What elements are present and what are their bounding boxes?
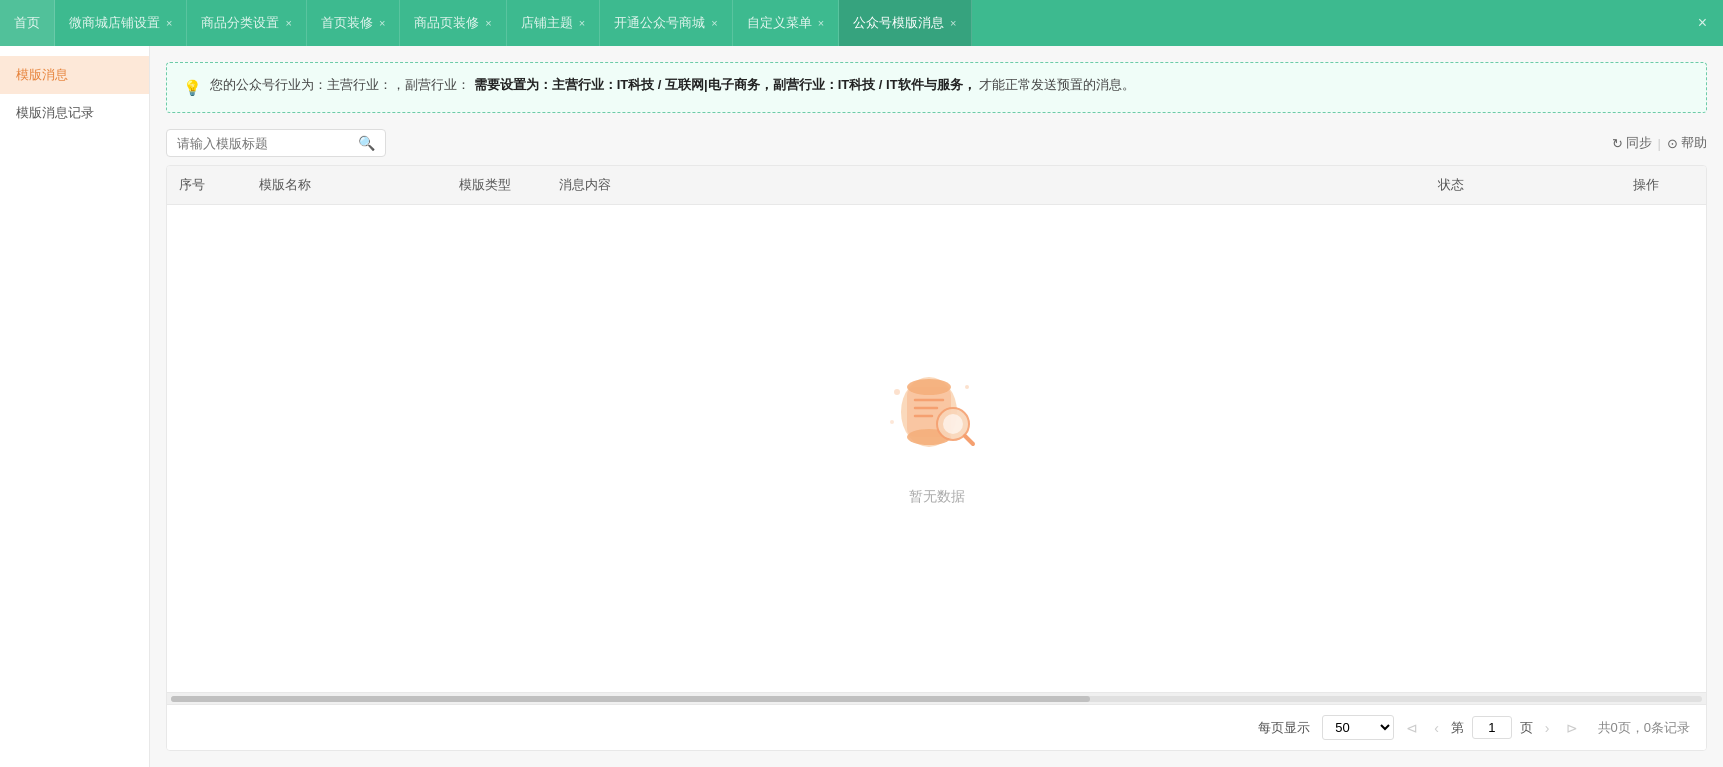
col-header-type: 模版类型 [447,166,547,204]
main-content-area: 💡 您的公众号行业为：主营行业：，副营行业： 需要设置为：主营行业：IT科技 /… [150,46,1723,767]
banner-prefix: 您的公众号行业为：主营行业：，副营行业： [210,77,470,92]
help-button[interactable]: ⊙ 帮助 [1667,134,1707,152]
svg-line-9 [965,436,973,444]
total-info: 共0页，0条记录 [1598,719,1690,737]
nav-tab-open-shop[interactable]: 开通公众号商城× [600,0,732,46]
banner-suffix: 才能正常发送预置的消息。 [979,77,1135,92]
col-header-action: 操作 [1586,166,1706,204]
sync-button[interactable]: ↻ 同步 [1612,134,1652,152]
search-input[interactable] [177,136,358,151]
svg-point-8 [943,414,963,434]
top-navigation: 首页微商城店铺设置×商品分类设置×首页装修×商品页装修×店铺主题×开通公众号商城… [0,0,1723,46]
sidebar-item-template-message[interactable]: 模版消息 [0,56,149,94]
page-di-label: 第 [1451,719,1464,737]
close-tab-shop-theme[interactable]: × [579,17,585,29]
toolbar-right: ↻ 同步 | ⊙ 帮助 [1612,134,1707,152]
nav-tab-product-category[interactable]: 商品分类设置× [187,0,306,46]
empty-state: 暂无数据 [167,205,1706,692]
col-header-content: 消息内容 [547,166,1426,204]
toolbar: 🔍 ↻ 同步 | ⊙ 帮助 [166,129,1707,157]
close-tab-template-msg[interactable]: × [950,17,956,29]
sync-icon: ↻ [1612,136,1623,151]
info-banner: 💡 您的公众号行业为：主营行业：，副营行业： 需要设置为：主营行业：IT科技 /… [166,62,1707,113]
scrollbar-track [171,696,1702,702]
toolbar-divider: | [1658,136,1661,151]
svg-point-11 [965,385,969,389]
page-size-select[interactable]: 50 10 20 100 [1322,715,1394,740]
search-box: 🔍 [166,129,386,157]
nav-tab-home[interactable]: 首页 [0,0,55,46]
close-all-tabs-button[interactable]: × [1682,14,1723,32]
nav-tab-home-decor[interactable]: 首页装修× [307,0,400,46]
data-table: 序号 模版名称 模版类型 消息内容 状态 操作 [166,165,1707,751]
main-layout: 模版消息模版消息记录 💡 您的公众号行业为：主营行业：，副营行业： 需要设置为：… [0,46,1723,767]
svg-point-12 [890,420,894,424]
nav-tab-template-msg[interactable]: 公众号模版消息× [839,0,971,46]
empty-text: 暂无数据 [909,488,965,506]
per-page-label: 每页显示 [1258,719,1310,737]
nav-tab-shop-theme[interactable]: 店铺主题× [507,0,600,46]
close-tab-home-decor[interactable]: × [379,17,385,29]
table-header: 序号 模版名称 模版类型 消息内容 状态 操作 [167,166,1706,205]
scrollbar-thumb [171,696,1090,702]
sidebar-item-template-message-log[interactable]: 模版消息记录 [0,94,149,132]
next-page-button[interactable]: › [1541,718,1554,738]
banner-highlight: 需要设置为：主营行业：IT科技 / 互联网|电子商务，副营行业：IT科技 / I… [474,77,976,92]
svg-point-2 [907,379,951,395]
bulb-icon: 💡 [183,76,202,100]
sync-label: 同步 [1626,134,1652,152]
current-page-input[interactable] [1472,716,1512,739]
prev-page-button[interactable]: ‹ [1430,718,1443,738]
search-icon[interactable]: 🔍 [358,135,375,151]
close-tab-open-shop[interactable]: × [711,17,717,29]
close-tab-custom-menu[interactable]: × [818,17,824,29]
horizontal-scrollbar[interactable] [167,692,1706,704]
col-header-status: 状态 [1426,166,1586,204]
help-icon: ⊙ [1667,136,1678,151]
svg-point-10 [894,389,900,395]
close-tab-product-category[interactable]: × [285,17,291,29]
nav-tab-wechat-shop[interactable]: 微商城店铺设置× [55,0,187,46]
col-header-seq: 序号 [167,166,247,204]
col-header-name: 模版名称 [247,166,447,204]
nav-tab-product-decor[interactable]: 商品页装修× [400,0,506,46]
empty-illustration [877,352,997,472]
first-page-button[interactable]: ⊲ [1402,718,1422,738]
page-label: 页 [1520,719,1533,737]
pagination: 每页显示 50 10 20 100 ⊲ ‹ 第 页 › ⊳ 共0页，0条记录 [167,704,1706,750]
close-tab-product-decor[interactable]: × [485,17,491,29]
close-tab-wechat-shop[interactable]: × [166,17,172,29]
last-page-button[interactable]: ⊳ [1562,718,1582,738]
banner-text: 您的公众号行业为：主营行业：，副营行业： 需要设置为：主营行业：IT科技 / 互… [210,75,1135,96]
sidebar: 模版消息模版消息记录 [0,46,150,767]
help-label: 帮助 [1681,134,1707,152]
nav-tab-custom-menu[interactable]: 自定义菜单× [733,0,839,46]
